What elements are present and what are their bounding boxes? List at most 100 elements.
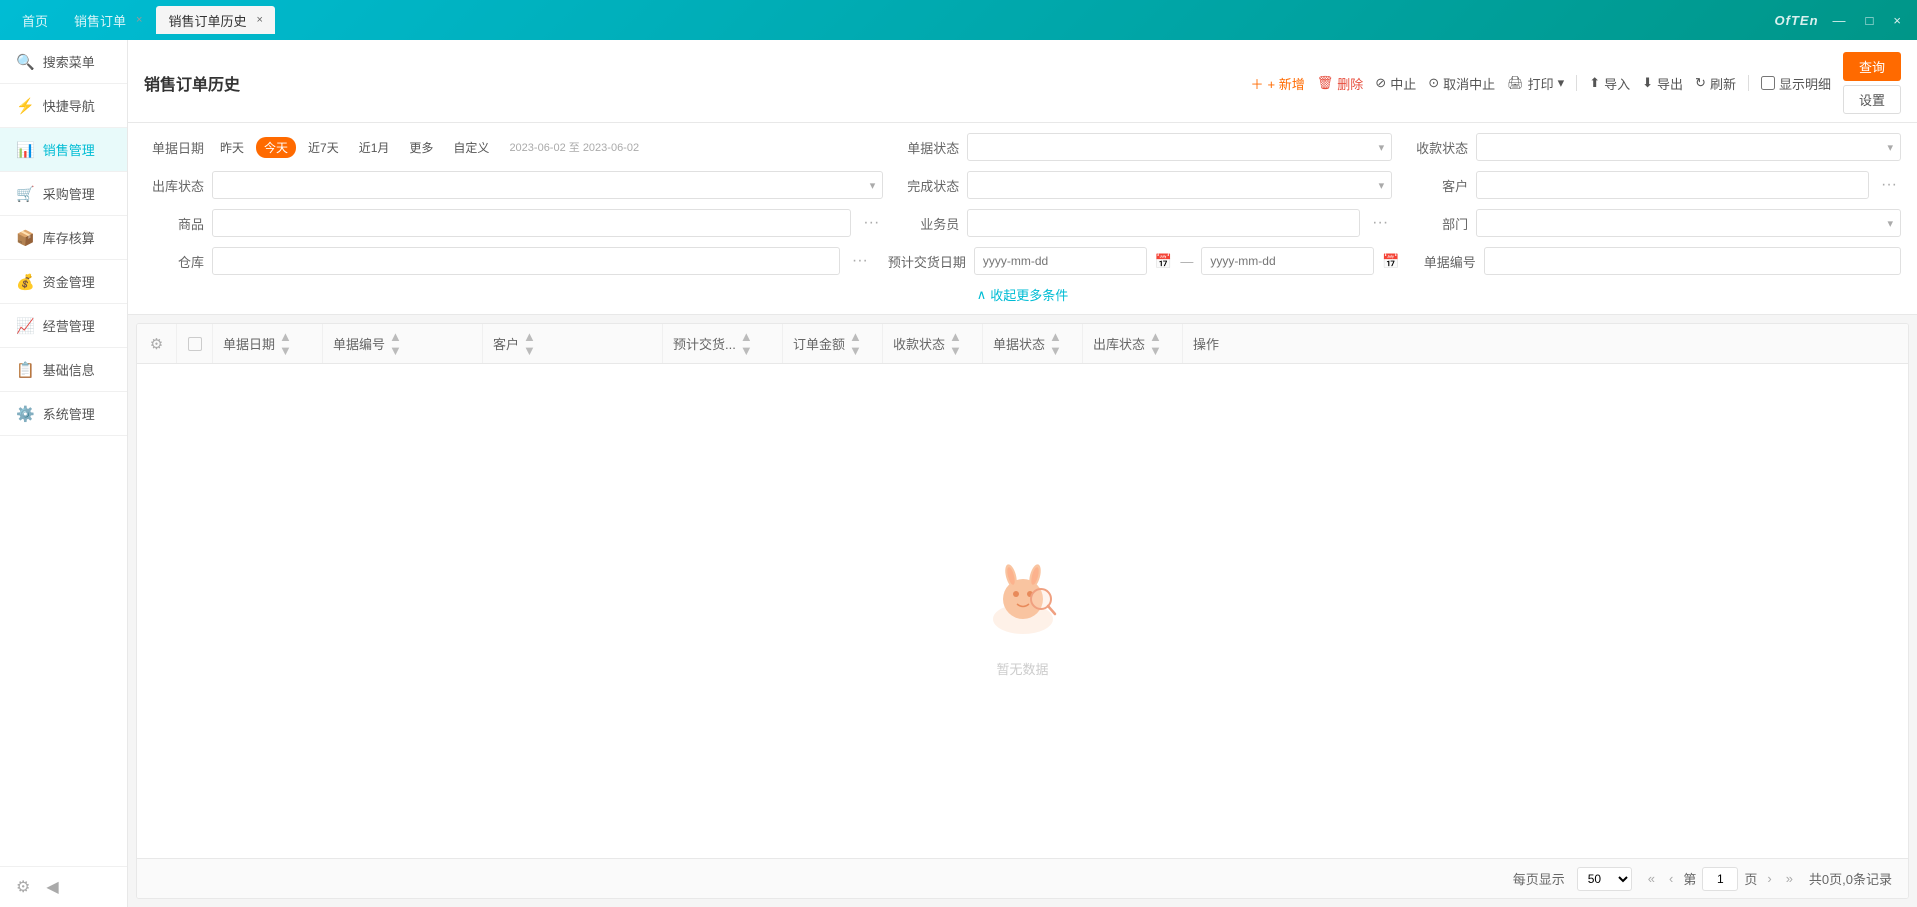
calendar-to-icon[interactable]: 📅: [1382, 253, 1399, 270]
sidebar-item-system-mgmt[interactable]: ⚙️ 系统管理: [0, 392, 127, 436]
date-chips: 昨天 今天 近7天 近1月 更多 自定义: [212, 137, 497, 158]
tab-home[interactable]: 首页: [10, 6, 60, 34]
calendar-from-icon[interactable]: 📅: [1155, 253, 1172, 270]
warehouse-sort-icon[interactable]: ▲▼: [1149, 330, 1162, 357]
warehouse-status-select[interactable]: [212, 171, 883, 199]
column-settings-icon[interactable]: ⚙: [150, 335, 163, 353]
export-btn[interactable]: ⬇ 导出: [1642, 74, 1683, 93]
content-area: 销售订单历史 ＋ + 新增 🗑 删除 ⊘ 中止 ⊙ 取消中止: [128, 40, 1917, 907]
display-detail-toggle[interactable]: 显示明细: [1761, 74, 1831, 93]
tab-sales-order-history[interactable]: 销售订单历史 ×: [156, 6, 274, 34]
amount-sort-icon[interactable]: ▲▼: [849, 330, 862, 357]
query-btn[interactable]: 查询: [1843, 52, 1901, 81]
select-all-checkbox[interactable]: [188, 337, 202, 351]
product-input[interactable]: [212, 209, 851, 237]
divider-2: [1748, 75, 1749, 91]
sidebar-item-inventory-mgmt[interactable]: 📦 库存核算: [0, 216, 127, 260]
order-status-select-wrapper: [967, 133, 1392, 161]
tab-sales-order[interactable]: 销售订单 ×: [62, 6, 154, 34]
payment-status-label: 收款状态: [1408, 138, 1468, 157]
customer-sort-icon[interactable]: ▲▼: [523, 330, 536, 357]
filter-row-3: 商品 ··· 业务员 ··· 部门: [144, 209, 1901, 237]
sidebar-item-finance-mgmt[interactable]: 💰 资金管理: [0, 260, 127, 304]
page-header: 销售订单历史 ＋ + 新增 🗑 删除 ⊘ 中止 ⊙ 取消中止: [128, 40, 1917, 123]
sidebar-collapse-icon[interactable]: ◀: [46, 877, 58, 897]
th-delivery[interactable]: 预计交货... ▲▼: [663, 324, 783, 363]
import-icon: ⬆: [1589, 75, 1600, 91]
delivery-date-to[interactable]: [1201, 247, 1374, 275]
warehouse-input[interactable]: [212, 247, 840, 275]
sidebar-item-quick-nav[interactable]: ⚡ 快捷导航: [0, 84, 127, 128]
close-sales-order-history-tab[interactable]: ×: [256, 14, 262, 26]
warehouse-status-select-wrapper: [212, 171, 883, 199]
th-payment-status[interactable]: 收款状态 ▲▼: [883, 324, 983, 363]
complete-status-label: 完成状态: [899, 176, 959, 195]
quick-nav-icon: ⚡: [16, 97, 35, 115]
cancel-stop-btn[interactable]: ⊙ 取消中止: [1428, 74, 1495, 93]
delete-btn[interactable]: 🗑 删除: [1317, 74, 1364, 93]
order-no-input[interactable]: [1484, 247, 1901, 275]
delivery-date-from[interactable]: [974, 247, 1147, 275]
sidebar-settings-icon[interactable]: ⚙: [16, 877, 30, 897]
prev-page-btn[interactable]: ‹: [1665, 869, 1677, 888]
th-date[interactable]: 单据日期 ▲▼: [213, 324, 323, 363]
complete-status-select[interactable]: [967, 171, 1392, 199]
customer-select-btn[interactable]: ···: [1877, 176, 1901, 194]
th-warehouse-status[interactable]: 出库状态 ▲▼: [1083, 324, 1183, 363]
th-settings: ⚙: [137, 324, 177, 363]
date-chip-7days[interactable]: 近7天: [300, 137, 347, 158]
page-number-input[interactable]: [1702, 867, 1738, 891]
close-sales-order-tab[interactable]: ×: [136, 14, 142, 26]
sidebar-item-search-menu[interactable]: 🔍 搜索菜单: [0, 40, 127, 84]
minimize-btn[interactable]: —: [1827, 13, 1852, 28]
customer-input[interactable]: [1476, 171, 1869, 199]
import-btn[interactable]: ⬆ 导入: [1589, 74, 1630, 93]
window-close-btn[interactable]: ×: [1887, 13, 1907, 28]
sidebar-item-operation-mgmt[interactable]: 📈 经营管理: [0, 304, 127, 348]
print-btn[interactable]: 🖨 打印 ▾: [1507, 74, 1564, 93]
order-sort-icon[interactable]: ▲▼: [389, 330, 402, 357]
setting-btn[interactable]: 设置: [1843, 85, 1901, 114]
sidebar-item-sales-mgmt[interactable]: 📊 销售管理: [0, 128, 127, 172]
order-status-select[interactable]: [967, 133, 1392, 161]
page-suffix: 页: [1744, 869, 1757, 888]
date-chip-custom[interactable]: 自定义: [445, 137, 497, 158]
sidebar-item-basic-info[interactable]: 📋 基础信息: [0, 348, 127, 392]
payment-status-select[interactable]: [1476, 133, 1901, 161]
main-layout: 🔍 搜索菜单 ⚡ 快捷导航 📊 销售管理 🛒 采购管理 📦 库存核算 💰 资金管…: [0, 40, 1917, 907]
date-chip-yesterday[interactable]: 昨天: [212, 137, 252, 158]
date-sort-icon[interactable]: ▲▼: [279, 330, 292, 357]
new-icon: ＋: [1251, 74, 1264, 93]
print-dropdown-icon[interactable]: ▾: [1558, 75, 1565, 91]
date-chip-today[interactable]: 今天: [256, 137, 296, 158]
date-chip-1month[interactable]: 近1月: [351, 137, 398, 158]
th-order-status[interactable]: 单据状态 ▲▼: [983, 324, 1083, 363]
maximize-btn[interactable]: □: [1860, 13, 1880, 28]
new-btn[interactable]: ＋ + 新增: [1251, 74, 1305, 93]
delivery-sort-icon[interactable]: ▲▼: [740, 330, 753, 357]
warehouse-select-btn[interactable]: ···: [848, 252, 872, 270]
date-label: 单据日期: [144, 138, 204, 157]
product-select-btn[interactable]: ···: [859, 214, 883, 232]
payment-sort-icon[interactable]: ▲▼: [949, 330, 962, 357]
status-sort-icon[interactable]: ▲▼: [1049, 330, 1062, 357]
salesperson-select-btn[interactable]: ···: [1368, 214, 1392, 232]
sidebar-item-purchase-mgmt[interactable]: 🛒 采购管理: [0, 172, 127, 216]
th-amount[interactable]: 订单金额 ▲▼: [783, 324, 883, 363]
filter-row-4: 仓库 ··· 预计交货日期 📅 — 📅 单据编号: [144, 247, 1901, 275]
dept-select[interactable]: [1476, 209, 1901, 237]
display-detail-checkbox[interactable]: [1761, 76, 1775, 90]
salesperson-input[interactable]: [967, 209, 1360, 237]
empty-state: 暂无数据: [137, 364, 1908, 858]
stop-btn[interactable]: ⊘ 中止: [1375, 74, 1416, 93]
last-page-btn[interactable]: »: [1782, 869, 1797, 888]
collapse-btn[interactable]: ∧ 收起更多条件: [144, 285, 1901, 304]
page-size-select[interactable]: 10 20 50 100: [1577, 867, 1632, 891]
th-customer[interactable]: 客户 ▲▼: [483, 324, 663, 363]
date-chip-more[interactable]: 更多: [401, 137, 441, 158]
refresh-btn[interactable]: ↻ 刷新: [1695, 74, 1736, 93]
first-page-btn[interactable]: «: [1644, 869, 1659, 888]
filter-warehouse: 仓库 ···: [144, 247, 872, 275]
next-page-btn[interactable]: ›: [1763, 869, 1775, 888]
th-order-no[interactable]: 单据编号 ▲▼: [323, 324, 483, 363]
